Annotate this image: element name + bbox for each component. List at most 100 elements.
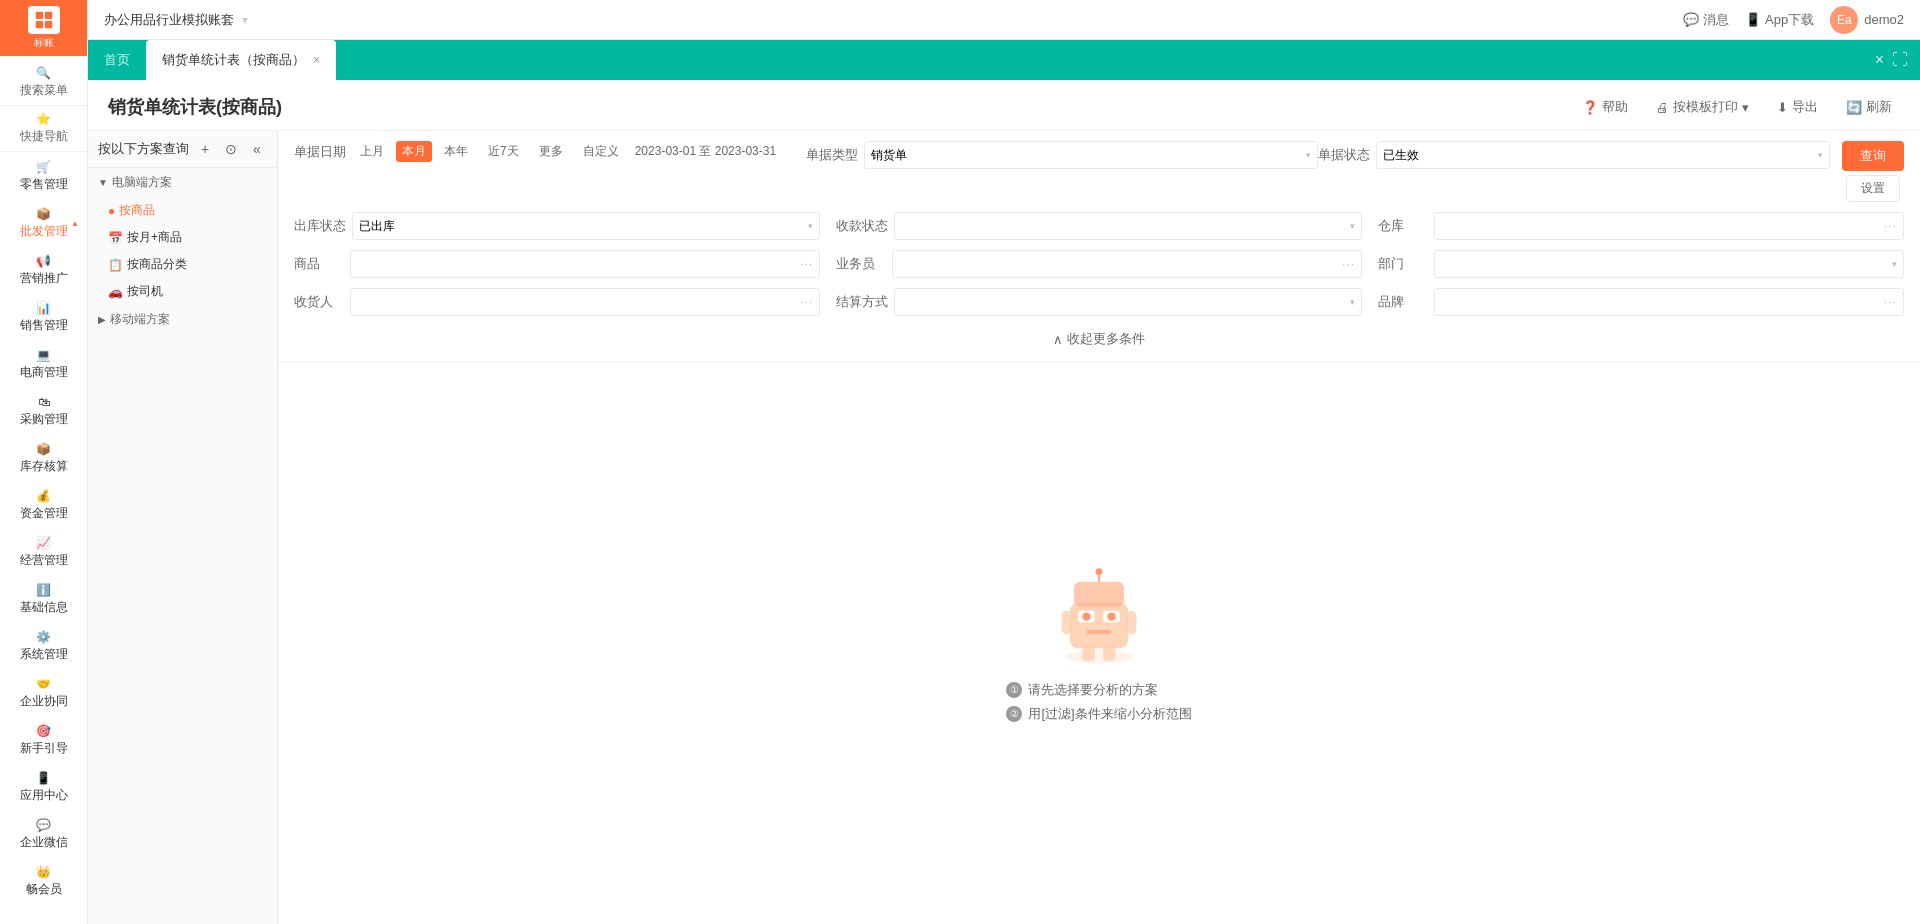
sidebar-item-guide[interactable]: 🎯 新手引导 <box>0 716 87 763</box>
basics-label: 基础信息 <box>20 599 68 616</box>
dept-dropdown[interactable]: ▾ <box>1434 250 1904 278</box>
payment-arrow-icon: ▾ <box>1350 221 1355 231</box>
payment-method-dropdown[interactable]: ▾ <box>894 288 1362 316</box>
date-custom-tab[interactable]: 自定义 <box>575 141 627 162</box>
quick-nav-item[interactable]: ⭐ 快捷导航 <box>0 106 87 152</box>
sidebar-item-finance[interactable]: 💰 资金管理 <box>0 481 87 528</box>
sidebar-item-inventory[interactable]: 📦 库存核算 <box>0 434 87 481</box>
retail-label: 零售管理 <box>20 176 68 193</box>
sidebar-item-weixin[interactable]: 💬 企业微信 <box>0 810 87 857</box>
tip1-text: 请先选择要分析的方案 <box>1028 681 1158 699</box>
plan-item-goods-category[interactable]: 📋 按商品分类 <box>88 251 277 278</box>
sidebar-item-apps[interactable]: 📱 应用中心 <box>0 763 87 810</box>
plan-item-driver[interactable]: 🚗 按司机 <box>88 278 277 305</box>
date-7days-tab[interactable]: 近7天 <box>480 141 527 162</box>
panel-collapse-btn[interactable]: « <box>247 139 267 159</box>
sidebar-item-sales[interactable]: 📊 销售管理 <box>0 293 87 340</box>
plan-item-month-goods[interactable]: 📅 按月+商品 <box>88 224 277 251</box>
tab-active-label: 销货单统计表（按商品） <box>162 51 305 69</box>
svg-rect-5 <box>1070 602 1128 648</box>
date-more-tab[interactable]: 更多 <box>531 141 571 162</box>
sidebar-item-collab[interactable]: 🤝 企业协同 <box>0 669 87 716</box>
message-btn[interactable]: 💬 消息 <box>1683 11 1729 29</box>
goods-field[interactable]: ··· <box>350 250 820 278</box>
query-panel-header: 按以下方案查询 + ⊙ « <box>88 131 277 168</box>
sidebar-item-wholesale[interactable]: 📦 批发管理 <box>0 199 87 246</box>
svg-rect-1 <box>44 12 51 19</box>
plan-label-1: 按月+商品 <box>127 229 182 246</box>
tab-bar: 首页 销货单统计表（按商品） × × ⛶ <box>88 40 1920 80</box>
settings-button[interactable]: 设置 <box>1846 175 1900 202</box>
user-menu[interactable]: Ea demo2 <box>1830 6 1904 34</box>
export-btn[interactable]: ⬇ 导出 <box>1769 94 1826 120</box>
refresh-btn[interactable]: 🔄 刷新 <box>1838 94 1900 120</box>
brand-field[interactable]: ··· <box>1434 288 1904 316</box>
search-menu-item[interactable]: 🔍 搜索菜单 <box>0 56 87 106</box>
page-title: 销货单统计表(按商品) <box>108 95 282 119</box>
quick-nav-label: 快捷导航 <box>20 128 68 145</box>
plan-label-2: 按商品分类 <box>127 256 187 273</box>
guide-icon: 🎯 <box>36 724 51 738</box>
sidebar-item-ecommerce[interactable]: 💻 电商管理 <box>0 340 87 387</box>
main-area: 办公用品行业模拟账套 ▾ 💬 消息 📱 App下载 Ea demo2 首页 <box>88 0 1920 924</box>
plan-item-by-goods[interactable]: ● 按商品 <box>88 197 277 224</box>
sidebar-item-system[interactable]: ⚙️ 系统管理 <box>0 622 87 669</box>
purchase-icon: 🛍 <box>38 395 50 409</box>
panel-settings-btn[interactable]: ⊙ <box>221 139 241 159</box>
date-prev-tab[interactable]: 上月 <box>352 141 392 162</box>
sales-label: 销售管理 <box>20 317 68 334</box>
apps-icon: 📱 <box>36 771 51 785</box>
sidebar-item-member[interactable]: 👑 畅会员 <box>0 857 87 904</box>
svg-point-4 <box>1066 650 1133 663</box>
sidebar-item-marketing[interactable]: 📢 营销推广 <box>0 246 87 293</box>
collapse-btn[interactable]: ∧ 收起更多条件 <box>1053 330 1145 348</box>
window-expand-icon[interactable]: ⛶ <box>1892 51 1908 69</box>
help-label: 帮助 <box>1602 98 1628 116</box>
stock-out-dropdown[interactable]: 已出库 ▾ <box>352 212 820 240</box>
apps-label: 应用中心 <box>20 787 68 804</box>
user-name: demo2 <box>1864 12 1904 27</box>
query-button[interactable]: 查询 <box>1842 141 1904 171</box>
payment-method-label: 结算方式 <box>836 293 888 311</box>
brand-dots-icon: ··· <box>1884 295 1897 309</box>
tip2-num: ② <box>1006 706 1022 722</box>
payment-status-dropdown[interactable]: ▾ <box>894 212 1362 240</box>
query-panel: 按以下方案查询 + ⊙ « ▼ 电脑端方案 ● 按商品 📅 <box>88 131 278 924</box>
plan-label-3: 按司机 <box>127 283 163 300</box>
page-header: 销货单统计表(按商品) ❓ 帮助 🖨 按模板打印 ▾ ⬇ 导出 🔄 刷新 <box>88 80 1920 131</box>
collapse-label: 收起更多条件 <box>1067 330 1145 348</box>
help-btn[interactable]: ❓ 帮助 <box>1574 94 1636 120</box>
date-current-tab[interactable]: 本月 <box>396 141 432 162</box>
sidebar-item-purchase[interactable]: 🛍 采购管理 <box>0 387 87 434</box>
goods-label: 商品 <box>294 255 344 273</box>
app-download-btn[interactable]: 📱 App下载 <box>1745 11 1814 29</box>
staff-field[interactable]: ··· <box>892 250 1362 278</box>
payment-method-arrow-icon: ▾ <box>1350 297 1355 307</box>
recipient-field[interactable]: ··· <box>350 288 820 316</box>
mobile-section-header[interactable]: ▶ 移动端方案 <box>88 305 277 334</box>
ecommerce-icon: 💻 <box>36 348 51 362</box>
plan-active-icon: ● <box>108 204 115 218</box>
sidebar-item-retail[interactable]: 🛒 零售管理 <box>0 152 87 199</box>
window-close-icon[interactable]: × <box>1875 51 1884 69</box>
sidebar-item-basics[interactable]: ℹ️ 基础信息 <box>0 575 87 622</box>
warehouse-label: 仓库 <box>1378 217 1428 235</box>
sidebar-item-operations[interactable]: 📈 经营管理 <box>0 528 87 575</box>
tab-close-icon[interactable]: × <box>313 53 320 67</box>
member-label: 畅会员 <box>26 881 62 898</box>
type-dropdown[interactable]: 销货单 ▾ <box>864 141 1318 169</box>
ecommerce-label: 电商管理 <box>20 364 68 381</box>
tab-home[interactable]: 首页 <box>88 40 146 80</box>
tab-active[interactable]: 销货单统计表（按商品） × <box>146 40 336 80</box>
filter-panel: 单据日期 上月 本月 本年 近7天 更多 自定义 2023-03-01 至 20… <box>278 131 1920 363</box>
warehouse-field[interactable]: ··· <box>1434 212 1904 240</box>
retail-icon: 🛒 <box>36 160 51 174</box>
status-dropdown[interactable]: 已生效 ▾ <box>1376 141 1830 169</box>
svg-rect-3 <box>44 21 51 28</box>
right-content: 单据日期 上月 本月 本年 近7天 更多 自定义 2023-03-01 至 20… <box>278 131 1920 924</box>
desktop-section-header[interactable]: ▼ 电脑端方案 <box>88 168 277 197</box>
print-btn[interactable]: 🖨 按模板打印 ▾ <box>1648 94 1757 120</box>
panel-add-btn[interactable]: + <box>195 139 215 159</box>
member-icon: 👑 <box>36 865 51 879</box>
date-year-tab[interactable]: 本年 <box>436 141 476 162</box>
